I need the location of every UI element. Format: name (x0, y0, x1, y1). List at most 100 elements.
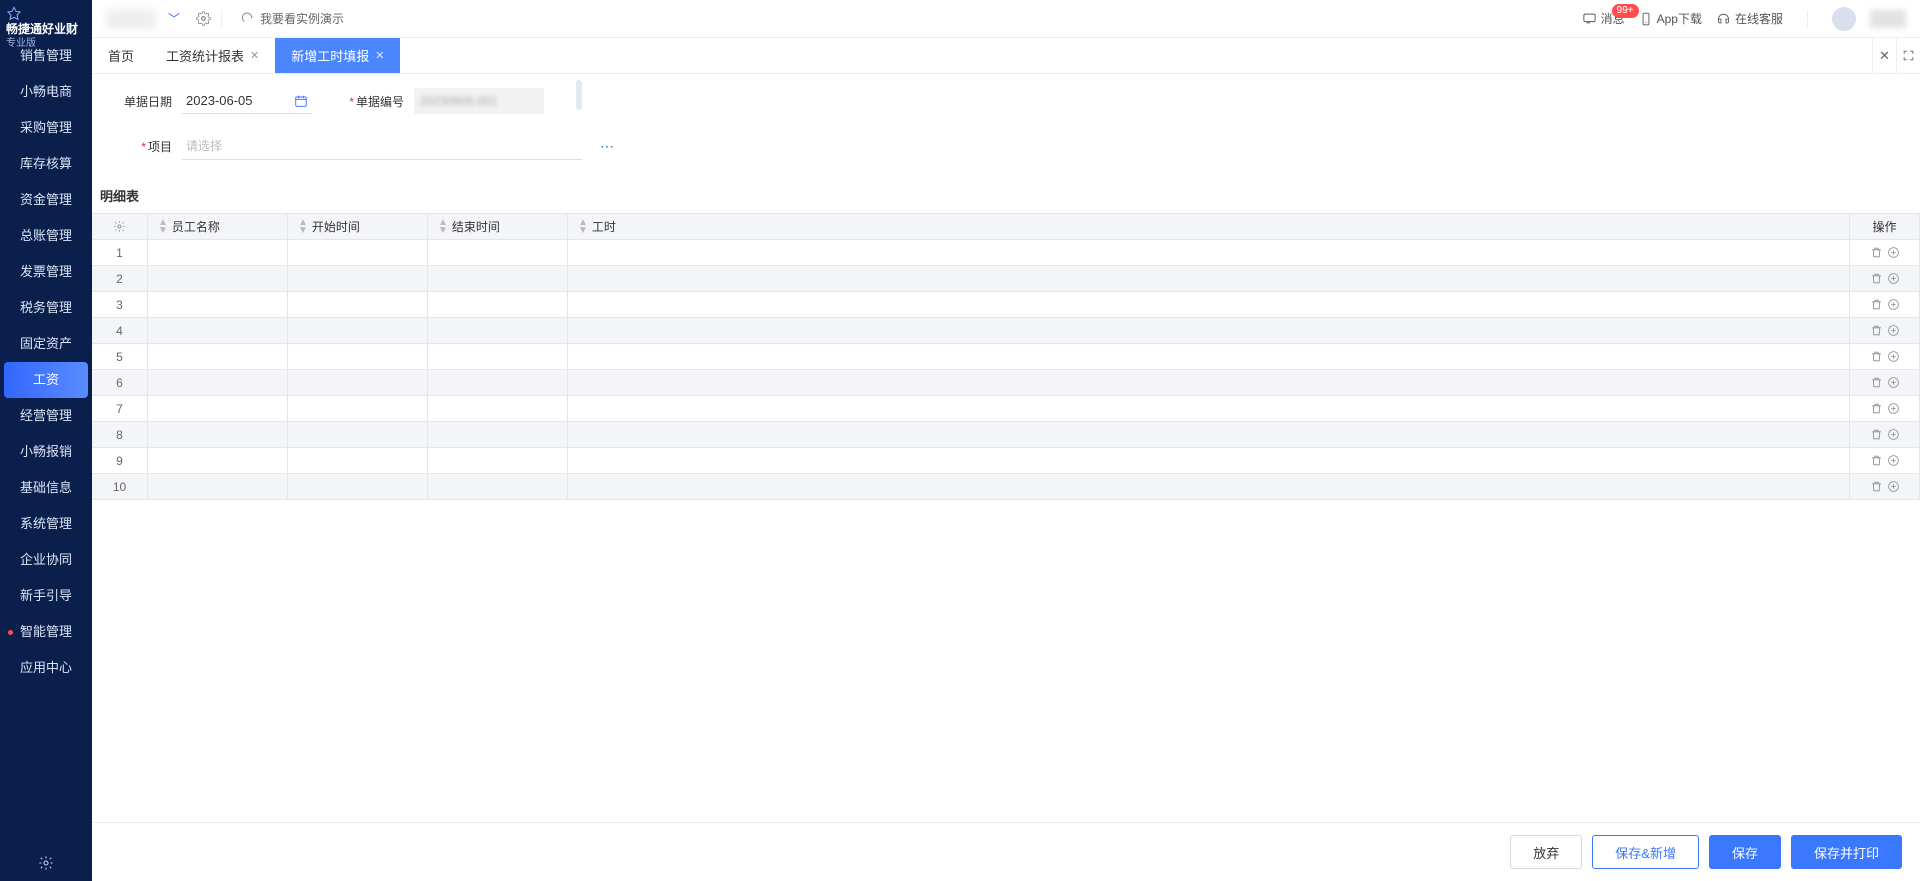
sidebar-item-10[interactable]: 经营管理 (0, 398, 92, 434)
company-selector[interactable]: ﹀ (106, 9, 186, 29)
add-row-button[interactable] (1887, 272, 1900, 285)
sidebar-item-13[interactable]: 系统管理 (0, 506, 92, 542)
cell-hours[interactable] (568, 344, 1850, 370)
save-and-new-button[interactable]: 保存&新增 (1592, 835, 1699, 869)
cell-start[interactable] (288, 318, 428, 344)
save-and-print-button[interactable]: 保存并打印 (1791, 835, 1902, 869)
close-all-tabs-button[interactable]: ✕ (1872, 38, 1896, 73)
date-input[interactable]: 2023-06-05 (182, 88, 312, 114)
cell-start[interactable] (288, 370, 428, 396)
add-row-button[interactable] (1887, 376, 1900, 389)
sidebar-item-8[interactable]: 固定资产 (0, 326, 92, 362)
sidebar-item-3[interactable]: 库存核算 (0, 146, 92, 182)
sidebar-item-11[interactable]: 小畅报销 (0, 434, 92, 470)
cell-start[interactable] (288, 266, 428, 292)
close-icon[interactable]: ✕ (250, 49, 259, 62)
sidebar-item-2[interactable]: 采购管理 (0, 110, 92, 146)
table-row[interactable]: 1 (92, 240, 1920, 266)
delete-row-button[interactable] (1870, 272, 1883, 285)
cell-emp[interactable] (148, 422, 288, 448)
col-hours[interactable]: ▲▼工时 (568, 214, 1850, 240)
cell-start[interactable] (288, 396, 428, 422)
sidebar-item-12[interactable]: 基础信息 (0, 470, 92, 506)
cell-idx[interactable]: 6 (92, 370, 148, 396)
cell-end[interactable] (428, 240, 568, 266)
delete-row-button[interactable] (1870, 454, 1883, 467)
table-row[interactable]: 2 (92, 266, 1920, 292)
cell-end[interactable] (428, 266, 568, 292)
cell-idx[interactable]: 10 (92, 474, 148, 500)
project-select[interactable]: 请选择 (182, 132, 582, 160)
sidebar-item-16[interactable]: 智能管理 (0, 614, 92, 650)
cell-emp[interactable] (148, 396, 288, 422)
sidebar-item-7[interactable]: 税务管理 (0, 290, 92, 326)
sidebar-item-17[interactable]: 应用中心 (0, 650, 92, 686)
demo-link[interactable]: 我要看实例演示 (242, 10, 344, 27)
cell-emp[interactable] (148, 318, 288, 344)
cell-start[interactable] (288, 474, 428, 500)
cell-idx[interactable]: 4 (92, 318, 148, 344)
col-start[interactable]: ▲▼开始时间 (288, 214, 428, 240)
cell-hours[interactable] (568, 422, 1850, 448)
cell-idx[interactable]: 1 (92, 240, 148, 266)
add-row-button[interactable] (1887, 428, 1900, 441)
delete-row-button[interactable] (1870, 480, 1883, 493)
delete-row-button[interactable] (1870, 324, 1883, 337)
table-row[interactable]: 7 (92, 396, 1920, 422)
avatar[interactable] (1832, 7, 1856, 31)
cell-idx[interactable]: 7 (92, 396, 148, 422)
table-row[interactable]: 6 (92, 370, 1920, 396)
save-button[interactable]: 保存 (1709, 835, 1781, 869)
cell-end[interactable] (428, 370, 568, 396)
header-settings[interactable] (92, 214, 148, 240)
tab-1[interactable]: 工资统计报表✕ (150, 38, 275, 73)
cell-end[interactable] (428, 318, 568, 344)
cell-hours[interactable] (568, 474, 1850, 500)
sidebar-item-14[interactable]: 企业协同 (0, 542, 92, 578)
sidebar-item-15[interactable]: 新手引导 (0, 578, 92, 614)
delete-row-button[interactable] (1870, 350, 1883, 363)
cell-hours[interactable] (568, 266, 1850, 292)
sidebar-item-0[interactable]: 销售管理 (0, 38, 92, 74)
online-service-button[interactable]: 在线客服 (1716, 10, 1783, 27)
sidebar-item-1[interactable]: 小畅电商 (0, 74, 92, 110)
add-row-button[interactable] (1887, 454, 1900, 467)
cell-end[interactable] (428, 474, 568, 500)
add-row-button[interactable] (1887, 480, 1900, 493)
tab-2[interactable]: 新增工时填报✕ (275, 38, 400, 73)
add-row-button[interactable] (1887, 324, 1900, 337)
sidebar-item-9[interactable]: 工资 (4, 362, 88, 398)
cell-idx[interactable]: 9 (92, 448, 148, 474)
cell-idx[interactable]: 8 (92, 422, 148, 448)
add-row-button[interactable] (1887, 402, 1900, 415)
table-row[interactable]: 3 (92, 292, 1920, 318)
cell-emp[interactable] (148, 474, 288, 500)
cell-end[interactable] (428, 448, 568, 474)
delete-row-button[interactable] (1870, 246, 1883, 259)
tab-0[interactable]: 首页 (92, 38, 150, 73)
cell-hours[interactable] (568, 292, 1850, 318)
cell-emp[interactable] (148, 370, 288, 396)
cell-end[interactable] (428, 292, 568, 318)
cell-start[interactable] (288, 448, 428, 474)
cell-idx[interactable]: 3 (92, 292, 148, 318)
cell-start[interactable] (288, 422, 428, 448)
project-more-button[interactable]: ⋯ (600, 138, 614, 155)
delete-row-button[interactable] (1870, 298, 1883, 311)
delete-row-button[interactable] (1870, 428, 1883, 441)
fullscreen-button[interactable] (1896, 38, 1920, 73)
cell-emp[interactable] (148, 266, 288, 292)
cell-hours[interactable] (568, 318, 1850, 344)
table-row[interactable]: 10 (92, 474, 1920, 500)
cell-emp[interactable] (148, 344, 288, 370)
cell-hours[interactable] (568, 448, 1850, 474)
cell-emp[interactable] (148, 292, 288, 318)
table-row[interactable]: 4 (92, 318, 1920, 344)
sidebar-item-5[interactable]: 总账管理 (0, 218, 92, 254)
cell-start[interactable] (288, 344, 428, 370)
table-row[interactable]: 9 (92, 448, 1920, 474)
sidebar-settings[interactable] (0, 845, 92, 881)
add-row-button[interactable] (1887, 246, 1900, 259)
table-row[interactable]: 8 (92, 422, 1920, 448)
delete-row-button[interactable] (1870, 376, 1883, 389)
